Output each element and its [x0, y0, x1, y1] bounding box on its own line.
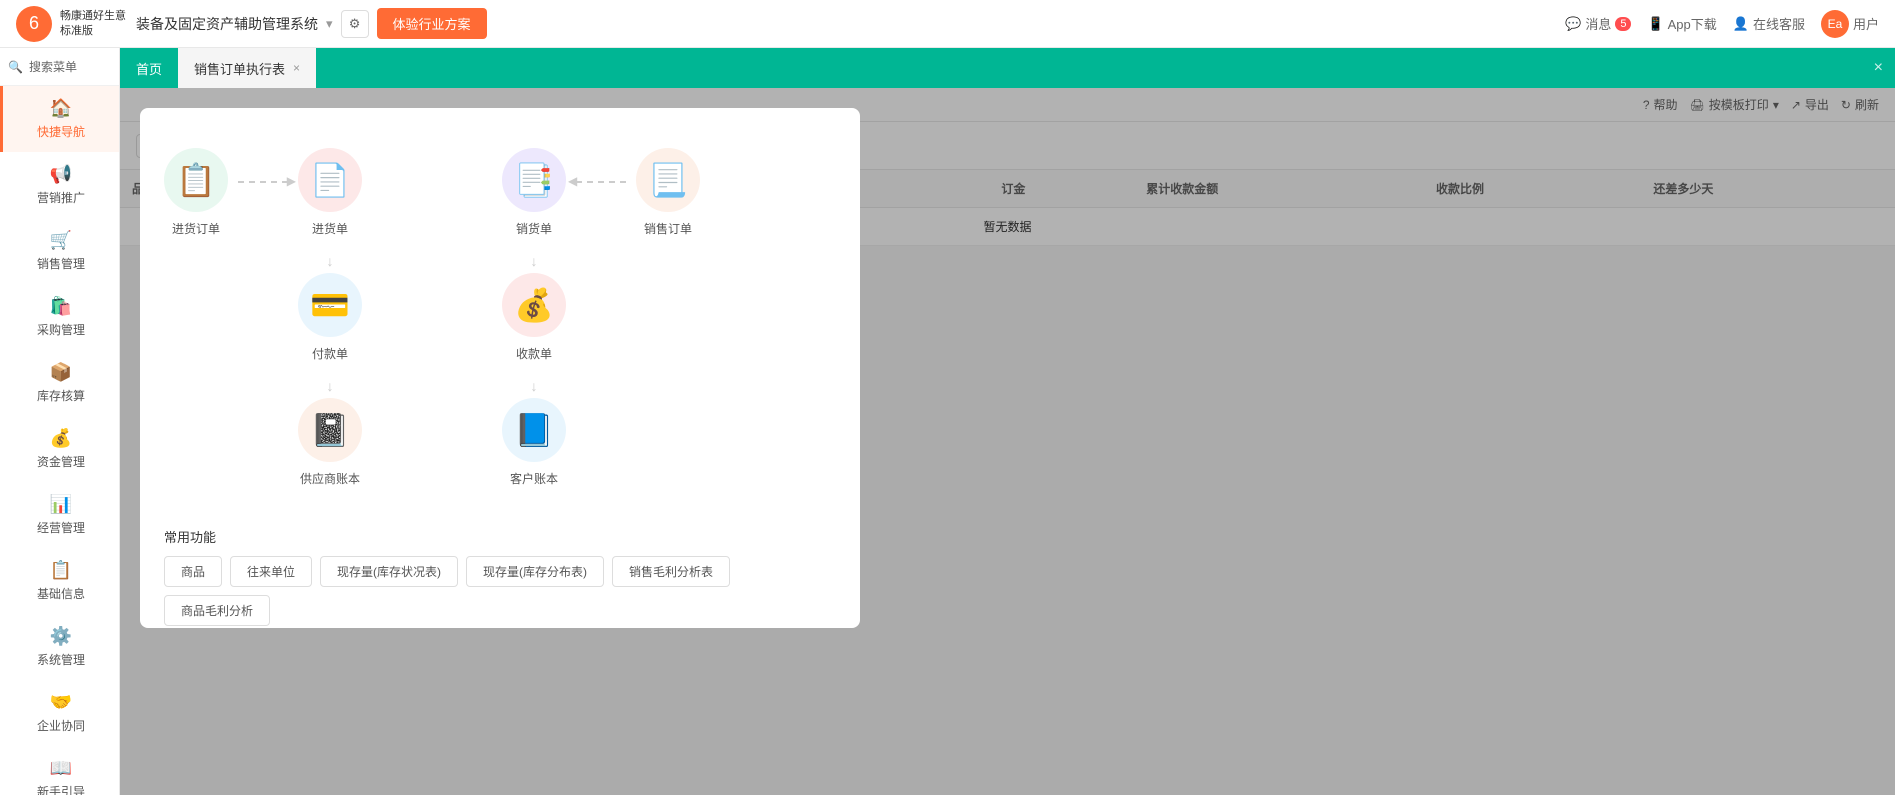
flow-node-purchase-bill[interactable]: 📄 进货单 — [298, 148, 362, 237]
sales-order-icon: 📃 — [636, 148, 700, 212]
search-icon: 🔍 — [8, 60, 23, 74]
flow-node-sales-order[interactable]: 📃 销售订单 — [636, 148, 700, 237]
func-btn-product-profit[interactable]: 商品毛利分析 — [164, 595, 270, 626]
top-header: 6 畅康通好生意 标准版 装备及固定资产辅助管理系统 ▾ ⚙ 体验行业方案 💬 … — [0, 0, 1895, 48]
quick-nav-dialog: 📋 进货订单 ▶ — [140, 108, 860, 628]
user-area[interactable]: Ea 用户 — [1821, 10, 1879, 38]
sidebar-item-system[interactable]: ⚙️ 系统管理 — [0, 614, 119, 680]
purchase-bill-icon: 📄 — [298, 148, 362, 212]
app-download-button[interactable]: 📱 App下载 — [1647, 14, 1716, 33]
sales-icon: 🛒 — [50, 230, 72, 251]
home-icon: 🏠 — [50, 98, 72, 119]
purchase-icon: 🛍️ — [50, 296, 72, 317]
guide-icon: 📖 — [50, 758, 72, 779]
customer-ledger-icon: 📘 — [502, 398, 566, 462]
common-functions-title: 常用功能 — [164, 527, 836, 546]
sidebar-item-operations[interactable]: 📊 经营管理 — [0, 482, 119, 548]
func-btn-product[interactable]: 商品 — [164, 556, 222, 587]
cooperation-icon: 🤝 — [50, 692, 72, 713]
sidebar-item-cooperation[interactable]: 🤝 企业协同 — [0, 680, 119, 746]
basic-info-icon: 📋 — [50, 560, 72, 581]
flow-node-customer-ledger[interactable]: 📘 客户账本 — [502, 398, 566, 487]
sales-bill-icon: 📑 — [502, 148, 566, 212]
logo-icon: 6 — [16, 6, 52, 42]
sidebar-item-marketing[interactable]: 📢 营销推广 — [0, 152, 119, 218]
supplier-ledger-icon: 📓 — [298, 398, 362, 462]
func-btn-partners[interactable]: 往来单位 — [230, 556, 312, 587]
flow-node-purchase-order[interactable]: 📋 进货订单 — [164, 148, 228, 237]
content-area: 首页 销售订单执行表 × × ? 帮助 🖨 按模板打印 ▾ — [120, 48, 1895, 795]
tab-bar-close-button[interactable]: × — [1874, 59, 1883, 77]
finance-icon: 💰 — [50, 428, 72, 449]
receipt-icon: 💰 — [502, 273, 566, 337]
brand-name: 畅康通好生意 标准版 — [60, 9, 126, 38]
func-btn-stock-dist[interactable]: 现存量(库存分布表) — [466, 556, 604, 587]
message-icon: 💬 — [1565, 16, 1581, 32]
common-functions: 常用功能 商品 往来单位 现存量(库存状况表) 现存量(库存分布表) 销售毛利分… — [164, 527, 836, 628]
func-btn-sales-profit[interactable]: 销售毛利分析表 — [612, 556, 730, 587]
flow-node-receipt[interactable]: 💰 收款单 — [502, 273, 566, 362]
sidebar-item-finance[interactable]: 💰 资金管理 — [0, 416, 119, 482]
tab-home[interactable]: 首页 — [120, 48, 178, 88]
system-icon: ⚙️ — [50, 626, 72, 647]
func-buttons-row1: 商品 往来单位 现存量(库存状况表) 现存量(库存分布表) 销售毛利分析表 商品… — [164, 556, 836, 626]
sidebar-item-purchase[interactable]: 🛍️ 采购管理 — [0, 284, 119, 350]
quick-nav-overlay: 📋 进货订单 ▶ — [120, 88, 1895, 795]
sidebar-item-quick-nav[interactable]: 🏠 快捷导航 — [0, 86, 119, 152]
payment-icon: 💳 — [298, 273, 362, 337]
logo-area: 6 畅康通好生意 标准版 — [16, 6, 136, 42]
main-layout: 🔍 搜索菜单 🏠 快捷导航 📢 营销推广 🛒 销售管理 🛍️ 采购管理 📦 库存… — [0, 48, 1895, 795]
header-right: 💬 消息 5 📱 App下载 👤 在线客服 Ea 用户 — [1565, 10, 1879, 38]
message-button[interactable]: 💬 消息 5 — [1565, 14, 1631, 33]
tab-sales-order[interactable]: 销售订单执行表 × — [178, 48, 316, 88]
online-service-button[interactable]: 👤 在线客服 — [1733, 14, 1805, 33]
flow-node-supplier-ledger[interactable]: 📓 供应商账本 — [298, 398, 362, 487]
page-content: ? 帮助 🖨 按模板打印 ▾ ↗ 导出 ↻ 刷新 — [120, 88, 1895, 795]
experience-button[interactable]: 体验行业方案 — [377, 8, 487, 39]
system-title: 装备及固定资产辅助管理系统 — [136, 14, 318, 34]
user-avatar: Ea — [1821, 10, 1849, 38]
message-badge: 5 — [1615, 17, 1631, 31]
settings-button[interactable]: ⚙ — [341, 10, 369, 38]
system-title-area: 装备及固定资产辅助管理系统 ▾ ⚙ 体验行业方案 — [136, 8, 1565, 39]
marketing-icon: 📢 — [50, 164, 72, 185]
operations-icon: 📊 — [50, 494, 72, 515]
flow-chart: 📋 进货订单 ▶ — [164, 132, 836, 511]
flow-node-payment[interactable]: 💳 付款单 — [298, 273, 362, 362]
sidebar-item-basic-info[interactable]: 📋 基础信息 — [0, 548, 119, 614]
sidebar-item-inventory[interactable]: 📦 库存核算 — [0, 350, 119, 416]
search-menu-button[interactable]: 🔍 搜索菜单 — [0, 48, 119, 86]
sidebar-item-sales[interactable]: 🛒 销售管理 — [0, 218, 119, 284]
func-btn-stock-status[interactable]: 现存量(库存状况表) — [320, 556, 458, 587]
tab-bar: 首页 销售订单执行表 × × — [120, 48, 1895, 88]
sidebar-item-guide[interactable]: 📖 新手引导 — [0, 746, 119, 795]
title-dropdown-icon[interactable]: ▾ — [326, 16, 333, 32]
flow-node-sales-bill[interactable]: 📑 销货单 — [502, 148, 566, 237]
sidebar: 🔍 搜索菜单 🏠 快捷导航 📢 营销推广 🛒 销售管理 🛍️ 采购管理 📦 库存… — [0, 48, 120, 795]
inventory-icon: 📦 — [50, 362, 72, 383]
purchase-order-icon: 📋 — [164, 148, 228, 212]
service-icon: 👤 — [1733, 16, 1749, 32]
phone-icon: 📱 — [1647, 16, 1663, 32]
tab-close-icon[interactable]: × — [293, 61, 300, 75]
